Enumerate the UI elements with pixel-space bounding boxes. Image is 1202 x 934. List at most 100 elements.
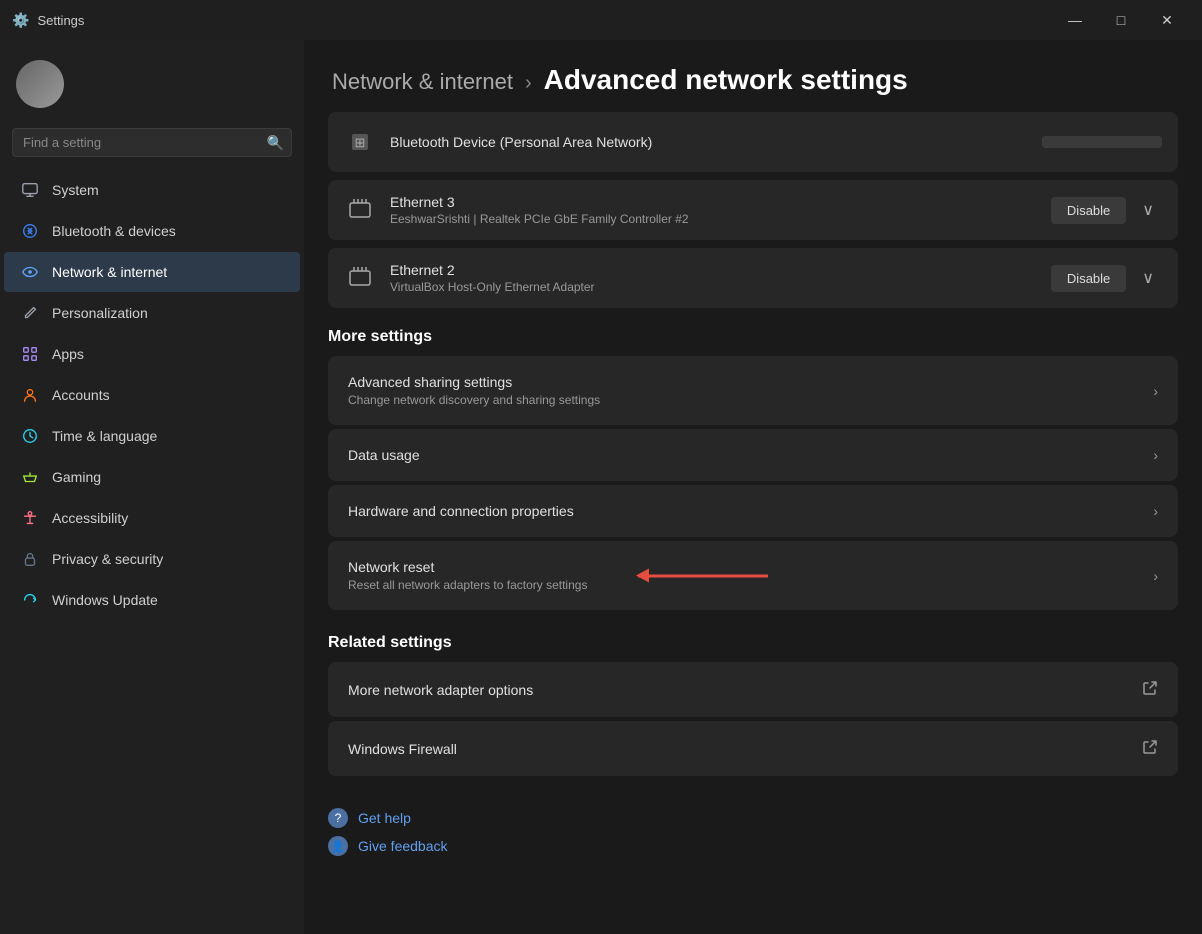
sidebar-item-apps[interactable]: Apps xyxy=(4,334,300,374)
nav-icon-personalization xyxy=(20,303,40,323)
nav-icon-gaming xyxy=(20,467,40,487)
titlebar-controls: — □ ✕ xyxy=(1052,0,1190,40)
adapter-info-bluetooth: Bluetooth Device (Personal Area Network) xyxy=(390,134,652,150)
get-help-link[interactable]: ? Get help xyxy=(328,808,1154,828)
network-reset-row[interactable]: Network reset Reset all network adapters… xyxy=(328,541,1178,610)
adapter-icon-e3 xyxy=(344,194,376,226)
avatar xyxy=(16,60,64,108)
main-content: Network & internet › Advanced network se… xyxy=(304,40,1202,934)
disable-ethernet2-button[interactable]: Disable xyxy=(1051,265,1126,292)
annotation-arrow xyxy=(638,574,768,577)
minimize-button[interactable]: — xyxy=(1052,0,1098,40)
nav-label-accessibility: Accessibility xyxy=(52,510,128,526)
search-input[interactable] xyxy=(12,128,292,157)
nav-icon-privacy xyxy=(20,549,40,569)
advanced-sharing-row[interactable]: Advanced sharing settings Change network… xyxy=(328,356,1178,425)
sidebar-item-personalization[interactable]: Personalization xyxy=(4,293,300,333)
adapter-left-e3: Ethernet 3 EeshwarSrishti | Realtek PCIe… xyxy=(344,194,689,226)
advanced-sharing-title: Advanced sharing settings xyxy=(348,374,600,390)
settings-icon: ⚙️ xyxy=(12,12,29,29)
adapter-desc-e2: VirtualBox Host-Only Ethernet Adapter xyxy=(390,280,595,294)
bottom-links: ? Get help 👤 Give feedback xyxy=(328,792,1178,872)
adapter-card-ethernet3[interactable]: Ethernet 3 EeshwarSrishti | Realtek PCIe… xyxy=(328,180,1178,240)
sidebar-item-update[interactable]: Windows Update xyxy=(4,580,300,620)
breadcrumb-separator: › xyxy=(525,72,532,95)
give-feedback-icon: 👤 xyxy=(328,836,348,856)
adapter-info-e2: Ethernet 2 VirtualBox Host-Only Ethernet… xyxy=(390,262,595,294)
sidebar-item-privacy[interactable]: Privacy & security xyxy=(4,539,300,579)
adapter-left-e2: Ethernet 2 VirtualBox Host-Only Ethernet… xyxy=(344,262,595,294)
windows-firewall-title: Windows Firewall xyxy=(348,741,457,757)
disable-ethernet3-button[interactable]: Disable xyxy=(1051,197,1126,224)
nav-icon-bluetooth xyxy=(20,221,40,241)
external-link-icon-1 xyxy=(1142,680,1158,699)
data-usage-title: Data usage xyxy=(348,447,420,463)
arrow-head xyxy=(636,569,649,583)
content-inner: ⊞ Bluetooth Device (Personal Area Networ… xyxy=(304,112,1202,872)
advanced-sharing-left: Advanced sharing settings Change network… xyxy=(348,374,600,407)
adapter-desc-e3: EeshwarSrishti | Realtek PCIe GbE Family… xyxy=(390,212,689,226)
advanced-sharing-desc: Change network discovery and sharing set… xyxy=(348,393,600,407)
search-icon: 🔍 xyxy=(267,134,284,151)
network-reset-left: Network reset Reset all network adapters… xyxy=(348,559,587,592)
expand-ethernet2-button[interactable]: ∨ xyxy=(1134,264,1162,292)
windows-firewall-row[interactable]: Windows Firewall xyxy=(328,721,1178,776)
hardware-props-title: Hardware and connection properties xyxy=(348,503,574,519)
sidebar-item-gaming[interactable]: Gaming xyxy=(4,457,300,497)
nav-label-personalization: Personalization xyxy=(52,305,148,321)
app-body: 🔍 System Bluetooth & devices Network & i… xyxy=(0,40,1202,934)
nav-icon-system xyxy=(20,180,40,200)
content-header: Network & internet › Advanced network se… xyxy=(304,40,1202,112)
arrow-body xyxy=(638,574,768,577)
nav-label-privacy: Privacy & security xyxy=(52,551,163,567)
nav-icon-time xyxy=(20,426,40,446)
nav-container: System Bluetooth & devices Network & int… xyxy=(0,169,304,621)
adapter-icon-e2 xyxy=(344,262,376,294)
give-feedback-link[interactable]: 👤 Give feedback xyxy=(328,836,1154,856)
network-adapter-options-row[interactable]: More network adapter options xyxy=(328,662,1178,717)
network-adapter-options-title: More network adapter options xyxy=(348,682,533,698)
nav-label-gaming: Gaming xyxy=(52,469,101,485)
sidebar-item-time[interactable]: Time & language xyxy=(4,416,300,456)
nav-icon-apps xyxy=(20,344,40,364)
adapter-icon-bluetooth: ⊞ xyxy=(344,126,376,158)
breadcrumb: Network & internet xyxy=(332,69,513,95)
adapter-card-ethernet2[interactable]: Ethernet 2 VirtualBox Host-Only Ethernet… xyxy=(328,248,1178,308)
titlebar: ⚙️ Settings — □ ✕ xyxy=(0,0,1202,40)
sidebar: 🔍 System Bluetooth & devices Network & i… xyxy=(0,40,304,934)
network-reset-desc: Reset all network adapters to factory se… xyxy=(348,578,587,592)
maximize-button[interactable]: □ xyxy=(1098,0,1144,40)
nav-icon-network xyxy=(20,262,40,282)
sidebar-item-accounts[interactable]: Accounts xyxy=(4,375,300,415)
expand-ethernet3-button[interactable]: ∨ xyxy=(1134,196,1162,224)
sidebar-item-bluetooth[interactable]: Bluetooth & devices xyxy=(4,211,300,251)
hardware-props-row[interactable]: Hardware and connection properties › xyxy=(328,485,1178,537)
related-settings-header: Related settings xyxy=(328,634,1178,652)
data-usage-row[interactable]: Data usage › xyxy=(328,429,1178,481)
network-reset-chevron: › xyxy=(1153,568,1158,584)
svg-text:⊞: ⊞ xyxy=(355,135,366,150)
nav-label-time: Time & language xyxy=(52,428,157,444)
nav-icon-accounts xyxy=(20,385,40,405)
nav-icon-update xyxy=(20,590,40,610)
sidebar-search: 🔍 xyxy=(12,128,292,157)
adapter-right-e2: Disable ∨ xyxy=(1051,264,1162,292)
more-settings-header: More settings xyxy=(328,328,1178,346)
nav-label-bluetooth: Bluetooth & devices xyxy=(52,223,176,239)
sidebar-item-system[interactable]: System xyxy=(4,170,300,210)
nav-label-accounts: Accounts xyxy=(52,387,110,403)
titlebar-title: Settings xyxy=(37,13,84,28)
hardware-props-chevron: › xyxy=(1153,503,1158,519)
sidebar-item-network[interactable]: Network & internet xyxy=(4,252,300,292)
nav-icon-accessibility xyxy=(20,508,40,528)
adapter-toggle-bluetooth xyxy=(1042,136,1162,148)
adapter-name-e3: Ethernet 3 xyxy=(390,194,689,210)
external-link-icon-2 xyxy=(1142,739,1158,758)
close-button[interactable]: ✕ xyxy=(1144,0,1190,40)
nav-label-apps: Apps xyxy=(52,346,84,362)
data-usage-left: Data usage xyxy=(348,447,420,463)
adapter-name-e2: Ethernet 2 xyxy=(390,262,595,278)
sidebar-item-accessibility[interactable]: Accessibility xyxy=(4,498,300,538)
adapter-card-bluetooth: ⊞ Bluetooth Device (Personal Area Networ… xyxy=(328,112,1178,172)
network-reset-title: Network reset xyxy=(348,559,587,575)
